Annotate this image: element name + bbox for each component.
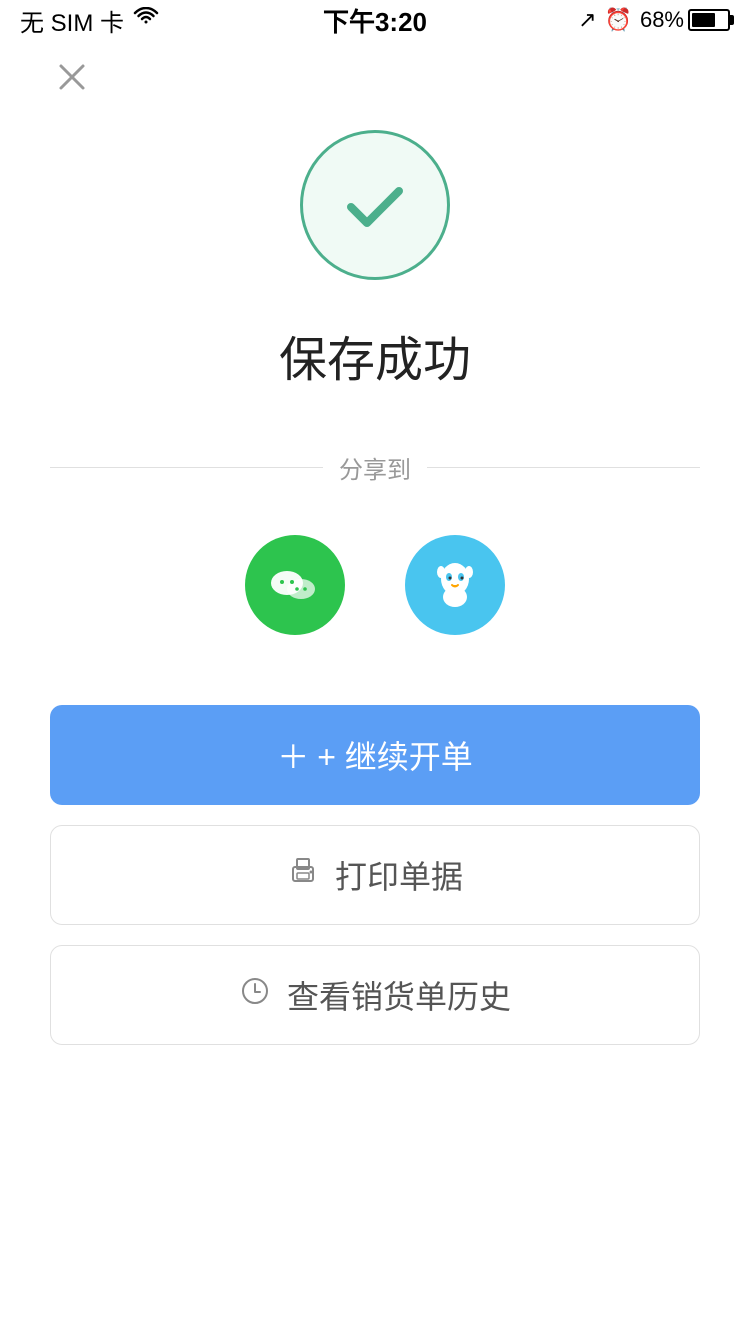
- wifi-icon: [132, 6, 160, 34]
- success-circle: [300, 130, 450, 280]
- qq-icon: [425, 555, 485, 615]
- wechat-icon: [265, 555, 325, 615]
- print-label: 打印单据: [335, 852, 463, 898]
- continue-label: + 继续开单: [317, 732, 473, 778]
- checkmark-icon: [335, 165, 415, 245]
- print-icon: [287, 855, 319, 895]
- actions: ＋ + 继续开单 打印单据 查看销货单历史: [0, 705, 750, 1045]
- share-section: 分享到: [0, 450, 750, 485]
- battery-fill: [692, 13, 715, 27]
- battery-percent: 68%: [640, 7, 684, 33]
- history-button[interactable]: 查看销货单历史: [50, 945, 700, 1045]
- success-title: 保存成功: [279, 320, 471, 390]
- qq-button[interactable]: [405, 535, 505, 635]
- print-button[interactable]: 打印单据: [50, 825, 700, 925]
- battery: 68%: [640, 7, 730, 33]
- continue-button[interactable]: ＋ + 继续开单: [50, 705, 700, 805]
- alarm-icon: ⏰: [605, 7, 632, 33]
- wechat-button[interactable]: [245, 535, 345, 635]
- main-content: 保存成功 分享到: [0, 40, 750, 1045]
- history-label: 查看销货单历史: [287, 972, 511, 1018]
- share-label: 分享到: [323, 450, 427, 485]
- status-time: 下午3:20: [323, 2, 427, 39]
- carrier-label: 无 SIM 卡: [20, 3, 124, 38]
- history-icon: [239, 975, 271, 1015]
- status-right: ↗ ⏰ 68%: [578, 7, 730, 33]
- share-icons: [245, 535, 505, 635]
- location-icon: ↗: [578, 7, 596, 33]
- plus-icon: ＋: [277, 732, 309, 778]
- battery-box: [688, 9, 730, 31]
- status-bar: 无 SIM 卡 下午3:20 ↗ ⏰ 68%: [0, 0, 750, 40]
- close-button[interactable]: [50, 55, 94, 99]
- status-left: 无 SIM 卡: [20, 3, 160, 38]
